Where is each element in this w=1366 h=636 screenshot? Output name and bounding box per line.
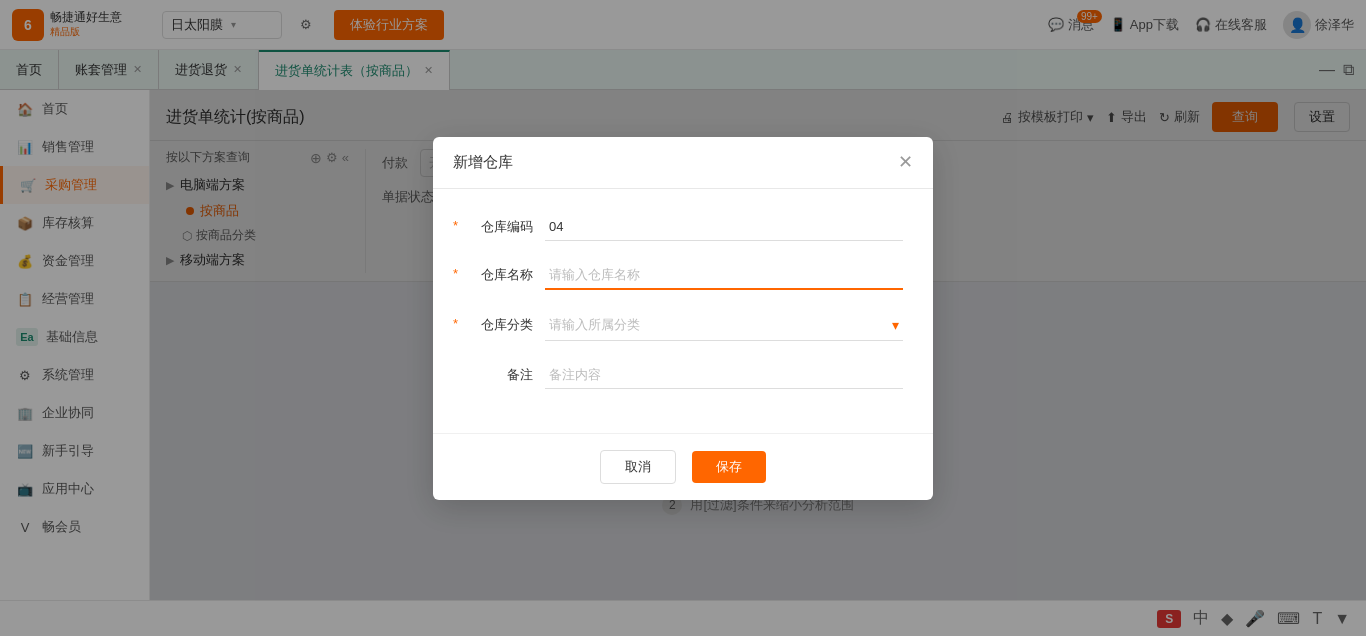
warehouse-code-input[interactable] — [545, 213, 903, 241]
warehouse-name-input[interactable] — [545, 261, 903, 290]
warehouse-note-input[interactable] — [545, 361, 903, 389]
modal-header: 新增仓库 ✕ — [433, 137, 933, 189]
warehouse-code-row: 仓库编码 — [463, 213, 903, 241]
modal-title: 新增仓库 — [453, 153, 513, 172]
code-label: 仓库编码 — [463, 218, 533, 236]
modal-close-button[interactable]: ✕ — [898, 153, 913, 171]
modal-footer: 取消 保存 — [433, 433, 933, 500]
name-label: 仓库名称 — [463, 266, 533, 284]
warehouse-note-row: 备注 — [463, 361, 903, 389]
save-button[interactable]: 保存 — [692, 451, 766, 483]
modal-overlay[interactable]: 新增仓库 ✕ 仓库编码 仓库名称 仓库分类 请输入所属分类 ▾ — [0, 0, 1366, 636]
note-label: 备注 — [463, 366, 533, 384]
warehouse-category-row: 仓库分类 请输入所属分类 ▾ — [463, 310, 903, 341]
category-placeholder: 请输入所属分类 — [549, 316, 640, 334]
warehouse-category-select[interactable]: 请输入所属分类 ▾ — [545, 310, 903, 341]
warehouse-name-row: 仓库名称 — [463, 261, 903, 290]
modal-body: 仓库编码 仓库名称 仓库分类 请输入所属分类 ▾ 备注 — [433, 189, 933, 433]
add-warehouse-modal: 新增仓库 ✕ 仓库编码 仓库名称 仓库分类 请输入所属分类 ▾ — [433, 137, 933, 500]
category-arrow-icon: ▾ — [892, 317, 899, 333]
cancel-button[interactable]: 取消 — [600, 450, 676, 484]
category-label: 仓库分类 — [463, 316, 533, 334]
